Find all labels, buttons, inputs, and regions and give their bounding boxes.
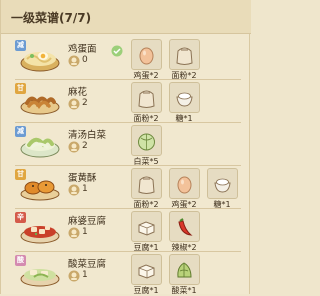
cabbage-soup-dish-icon: [20, 137, 60, 158]
dish-name: 酸菜豆腐: [68, 259, 107, 270]
ingredient-chili[interactable]: [169, 211, 200, 242]
cabbage-icon: [138, 133, 155, 151]
ingredient-egg[interactable]: [131, 39, 162, 70]
egg-icon: [177, 176, 192, 194]
chef-icon: [68, 98, 80, 110]
flour-sack-icon: [138, 176, 155, 194]
chef-count: 2: [82, 141, 88, 151]
egg-icon: [139, 47, 154, 65]
egg-yolk-pastry-dish-icon: [20, 180, 60, 201]
sugar-bowl-icon: [214, 178, 231, 193]
recipe-row-cabbage-soup[interactable]: 减 清汤白菜 2 白菜*5: [1, 123, 251, 166]
ingredient-label: 豆腐*1: [133, 286, 159, 295]
chef-icon: [68, 270, 80, 282]
ingredient-pickled-cabbage[interactable]: [169, 254, 200, 285]
chili-pepper-icon: [178, 218, 193, 236]
mahua-dish-icon: [20, 96, 60, 115]
recipe-row-egg-yolk-pastry[interactable]: 甘 蛋黄酥 1 面粉*2 鸡蛋*2 糖*1: [1, 166, 251, 209]
recipe-row-egg-noodles[interactable]: 减 鸡蛋面 0 鸡蛋*2 面粉*2: [1, 37, 251, 80]
dish-name: 麻花: [68, 87, 88, 98]
chef-count: 1: [82, 184, 88, 194]
page-title: 一级菜谱(7/7): [11, 11, 92, 25]
ingredient-sugar[interactable]: [207, 168, 238, 199]
flour-sack-icon: [138, 90, 155, 108]
panel-header: 一级菜谱(7/7): [1, 0, 251, 34]
recipe-panel: 一级菜谱(7/7) 减 鸡蛋面 0 鸡蛋*2 面粉*2 甘 麻花 2 面粉*2 …: [0, 0, 251, 295]
chef-count: 0: [82, 55, 88, 65]
chef-icon: [68, 55, 80, 67]
ingredient-flour[interactable]: [131, 168, 162, 199]
ingredient-label: 酸菜*1: [171, 286, 197, 295]
ingredient-tofu[interactable]: [131, 211, 162, 242]
chef-icon: [68, 184, 80, 196]
tofu-icon: [138, 264, 155, 279]
ingredient-sugar[interactable]: [169, 82, 200, 113]
recipe-row-mahua[interactable]: 甘 麻花 2 面粉*2 糖*1: [1, 80, 251, 123]
chef-count: 1: [82, 270, 88, 280]
dish-name: 鸡蛋面: [68, 44, 97, 55]
tofu-icon: [138, 221, 155, 236]
recipe-row-mapo-tofu[interactable]: 辛 麻婆豆腐 1 豆腐*1 辣椒*2: [1, 209, 251, 252]
chef-count: 2: [82, 98, 88, 108]
chef-count: 1: [82, 227, 88, 237]
dish-name: 蛋黄酥: [68, 173, 97, 184]
ingredient-cabbage[interactable]: [131, 125, 162, 156]
ingredient-flour[interactable]: [169, 39, 200, 70]
chef-icon: [68, 227, 80, 239]
mapo-tofu-dish-icon: [20, 226, 60, 244]
recipe-row-pickled-cabbage-tofu[interactable]: 酸 酸菜豆腐 1 豆腐*1 酸菜*1: [1, 252, 251, 295]
chef-icon: [68, 141, 80, 153]
sugar-bowl-icon: [176, 92, 193, 107]
pickled-cabbage-tofu-dish-icon: [20, 269, 60, 287]
dish-name: 麻婆豆腐: [68, 216, 107, 227]
ingredient-egg[interactable]: [169, 168, 200, 199]
flour-sack-icon: [176, 47, 193, 65]
pickled-cabbage-icon: [177, 262, 192, 278]
ingredient-tofu[interactable]: [131, 254, 162, 285]
ingredient-flour[interactable]: [131, 82, 162, 113]
egg-noodles-dish-icon: [20, 52, 60, 72]
dish-name: 清汤白菜: [68, 130, 107, 141]
recipe-scroll-icon: [111, 45, 123, 57]
